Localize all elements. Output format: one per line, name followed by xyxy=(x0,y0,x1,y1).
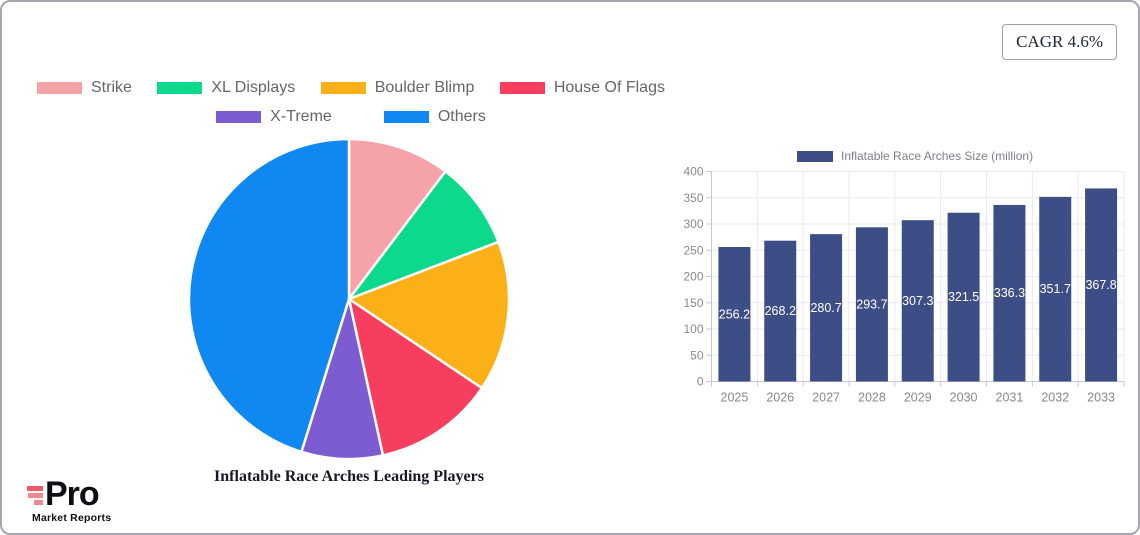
legend-item-x-treme[interactable]: X-Treme xyxy=(216,108,332,126)
pie-chart-svg[interactable] xyxy=(182,132,516,466)
x-axis-tick-label: 2026 xyxy=(766,391,794,405)
bar-value-label: 367.8 xyxy=(1085,278,1116,292)
legend-label: Others xyxy=(437,108,486,125)
x-axis-tick-label: 2027 xyxy=(812,391,840,405)
y-axis-tick-label: 400 xyxy=(683,165,703,179)
legend-item-house-of-flags[interactable]: House Of Flags xyxy=(499,79,665,97)
x-axis-tick-label: 2028 xyxy=(858,391,886,405)
legend-item-xl-displays[interactable]: XL Displays xyxy=(157,79,295,97)
logo-speed-bars-icon xyxy=(27,485,43,505)
legend-item-boulder-blimp[interactable]: Boulder Blimp xyxy=(320,79,475,97)
pie-legend: Strike XL Displays Boulder Blimp House Of F… xyxy=(37,79,665,126)
brand-logo-mark: Pro xyxy=(27,475,111,513)
x-axis-tick-label: 2033 xyxy=(1087,391,1115,405)
bar-value-label: 351.7 xyxy=(1040,282,1071,296)
y-axis-tick-label: 350 xyxy=(683,191,703,205)
bar-chart-svg[interactable]: 0 50 100 150 200 250 300 350 400 256.2 2025 268.2 20… xyxy=(682,145,1140,408)
legend-label: XL Displays xyxy=(211,79,296,96)
legend-item-others[interactable]: Others xyxy=(383,108,486,126)
y-axis-tick-label: 50 xyxy=(690,348,704,362)
y-axis-tick-label: 200 xyxy=(683,270,703,284)
x-axis-tick-label: 2029 xyxy=(904,391,932,405)
bar-value-label: 321.5 xyxy=(948,290,979,304)
legend-swatch-others xyxy=(383,111,429,123)
legend-swatch-boulder-blimp xyxy=(320,82,366,94)
bar-value-label: 256.2 xyxy=(719,307,750,321)
x-axis-tick-label: 2031 xyxy=(996,391,1024,405)
y-axis-tick-label: 250 xyxy=(683,243,703,257)
brand-logo-subtitle: Market Reports xyxy=(32,512,112,524)
y-axis-tick-label: 0 xyxy=(697,375,704,389)
x-axis-tick-label: 2030 xyxy=(950,391,978,405)
y-axis-tick-label: 100 xyxy=(683,322,703,336)
legend-swatch-xl-displays xyxy=(157,82,203,94)
cagr-badge: CAGR 4.6% xyxy=(1002,24,1117,60)
bar-value-label: 293.7 xyxy=(856,297,887,311)
legend-swatch-house-of-flags xyxy=(499,82,545,94)
pie-chart-title: Inflatable Race Arches Leading Players xyxy=(214,468,484,485)
cagr-badge-label: CAGR 4.6% xyxy=(1016,32,1103,51)
legend-label: X-Treme xyxy=(270,108,332,125)
brand-logo: Pro Market Reports xyxy=(27,475,112,524)
y-axis-tick-label: 300 xyxy=(683,217,703,231)
logo-bar-2 xyxy=(28,492,43,498)
logo-bar-1 xyxy=(27,485,43,491)
bar-chart[interactable]: 0 50 100 150 200 250 300 350 400 256.2 2025 268.2 20… xyxy=(682,145,1140,408)
pie-legend-row-2: X-Treme Others xyxy=(37,108,665,126)
legend-label: Boulder Blimp xyxy=(374,79,475,96)
x-axis-tick-label: 2032 xyxy=(1041,391,1069,405)
bar-value-label: 280.7 xyxy=(810,301,841,315)
brand-logo-title: Pro xyxy=(45,475,100,513)
y-axis-tick-label: 150 xyxy=(683,296,703,310)
pie-chart[interactable] xyxy=(182,132,516,466)
legend-label: Strike xyxy=(91,79,132,96)
report-frame: CAGR 4.6% Strike XL Displays Boulder Blimp… xyxy=(0,0,1140,535)
bar-value-label: 336.3 xyxy=(994,286,1025,300)
legend-item-strike[interactable]: Strike xyxy=(37,79,132,97)
logo-bar-3 xyxy=(34,499,43,505)
bar-value-label: 307.3 xyxy=(902,294,933,308)
x-axis-tick-label: 2025 xyxy=(721,391,749,405)
pie-legend-row-1: Strike XL Displays Boulder Blimp House Of F… xyxy=(37,79,665,97)
bar-value-label: 268.2 xyxy=(765,304,796,318)
legend-label: House Of Flags xyxy=(553,79,665,96)
legend-swatch-strike xyxy=(37,82,82,94)
legend-swatch-x-treme xyxy=(216,111,262,123)
